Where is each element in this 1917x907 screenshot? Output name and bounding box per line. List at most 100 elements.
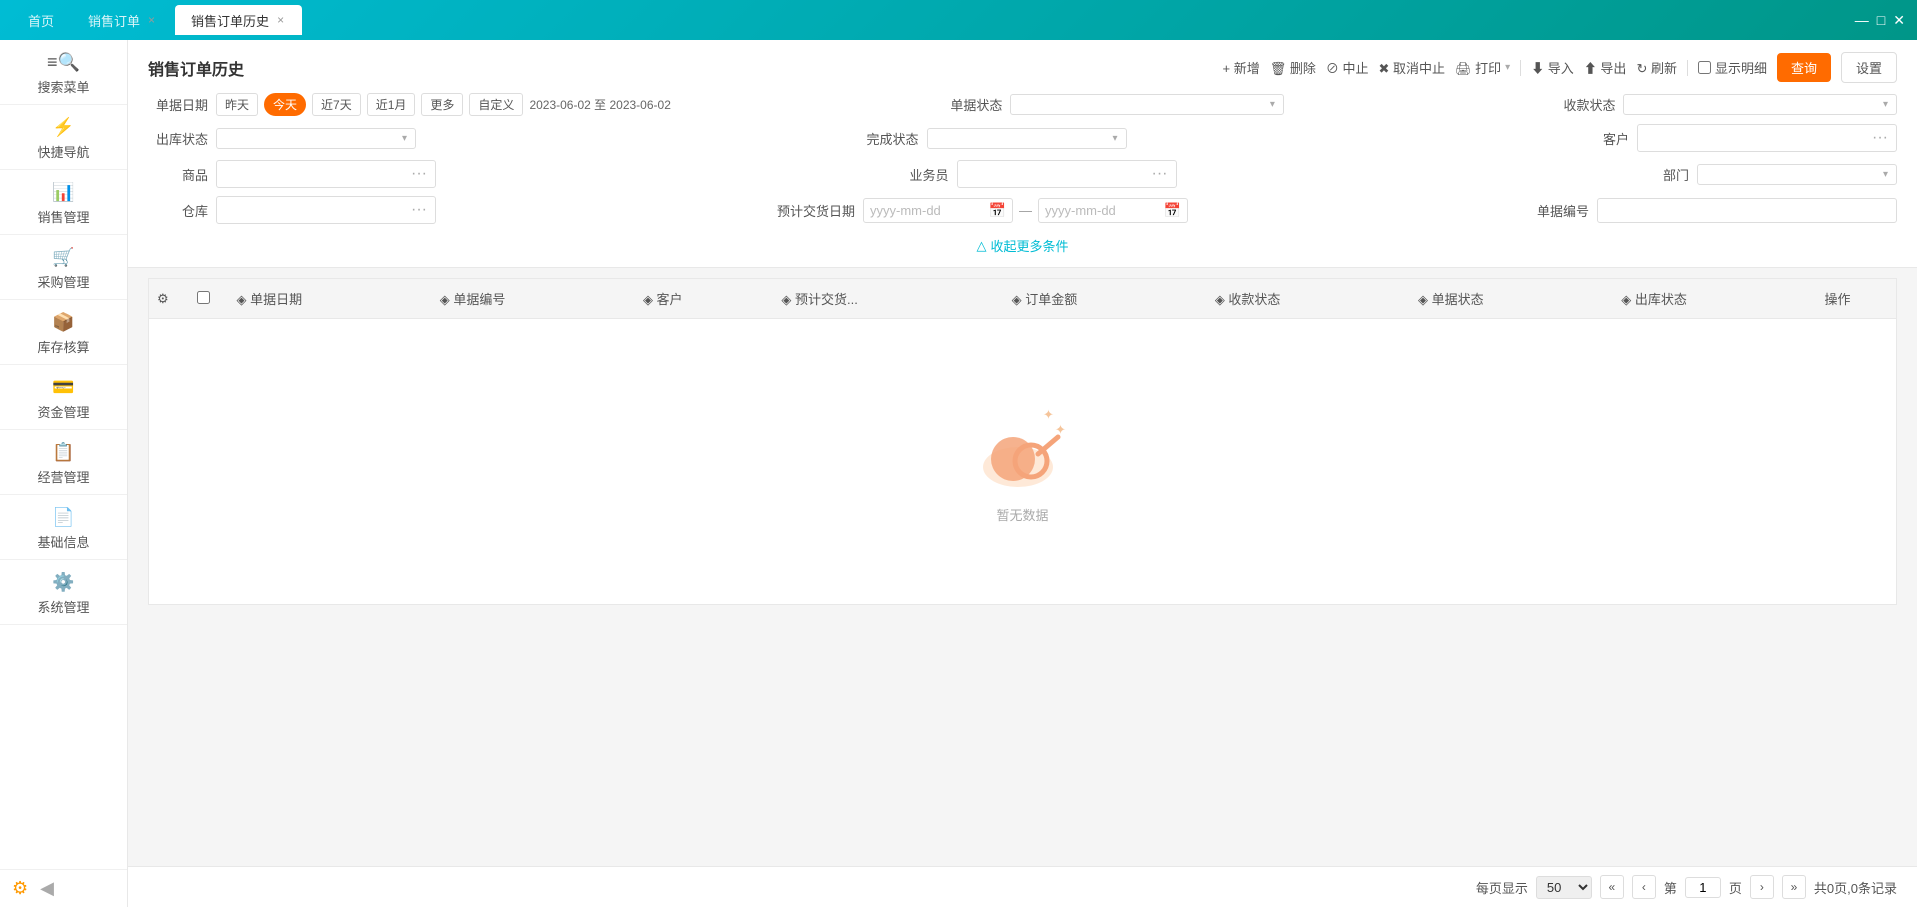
quick-nav-icon: ⚡ [52,117,74,138]
sidebar-item-operation-mgmt[interactable]: 📋 经营管理 [0,430,127,495]
date-btn-7days[interactable]: 近7天 [312,93,361,116]
page-title: 销售订单历史 [148,56,244,80]
warehouse-more-icon[interactable]: ··· [411,201,427,219]
settings-button[interactable]: 设置 [1841,52,1897,83]
delete-button[interactable]: 🗑 删除 [1270,58,1316,77]
page-number-input[interactable] [1685,877,1721,898]
toolbar: + 新增 🗑 删除 ⊘ 中止 ✖ 取消中止 🖨 打印 ▾ [1223,52,1897,83]
sidebar-item-search-menu[interactable]: ≡🔍 搜索菜单 [0,40,127,105]
tab-home-label: 首页 [28,11,54,30]
sidebar-item-purchase-mgmt[interactable]: 🛒 采购管理 [0,235,127,300]
outbound-status-label: 出库状态 [148,129,208,148]
tab-sales-order-history[interactable]: 销售订单历史 × [175,5,302,35]
salesperson-more-icon[interactable]: ··· [1152,165,1168,183]
collapse-icon: △ [976,238,986,254]
last-page-button[interactable]: » [1782,875,1806,899]
sidebar-item-fund-mgmt-label: 资金管理 [37,402,89,421]
receipt-status-select[interactable]: ▾ [1623,94,1897,115]
next-page-button[interactable]: › [1750,875,1774,899]
th-settings[interactable]: ⚙ [149,279,189,319]
voucher-no-input[interactable] [1597,198,1897,223]
th-expected-delivery-label: ◈ 预计交货... [781,292,857,307]
minimize-icon[interactable]: — [1855,12,1869,28]
date-btn-1month[interactable]: 近1月 [367,93,416,116]
collapse-button[interactable]: △ 收起更多条件 [148,232,1897,259]
th-expected-delivery[interactable]: ◈ 预计交货... [773,279,1003,319]
completion-status-select[interactable]: ▾ [927,128,1127,149]
th-voucher-no-label: ◈ 单据编号 [440,292,506,307]
th-voucher-date[interactable]: ◈ 单据日期 [229,279,432,319]
display-toggle-checkbox[interactable] [1698,61,1711,74]
page-title-row: 销售订单历史 + 新增 🗑 删除 ⊘ 中止 ✖ 取消中止 🖨 [148,52,1897,83]
query-button[interactable]: 查询 [1777,53,1831,82]
sidebar-item-system-mgmt[interactable]: ⚙️ 系统管理 [0,560,127,625]
date-dash: — [1019,203,1032,218]
salesperson-label: 业务员 [889,165,949,184]
sidebar-item-inventory-check[interactable]: 📦 库存核算 [0,300,127,365]
maximize-icon[interactable]: □ [1877,12,1885,28]
th-customer[interactable]: ◈ 客户 [635,279,773,319]
tab-list: 首页 销售订单 × 销售订单历史 × [12,5,1855,35]
tab-sales-order-history-close[interactable]: × [275,11,286,29]
th-voucher-status-label: ◈ 单据状态 [1418,292,1484,307]
import-button[interactable]: ⬇ 导入 [1531,58,1574,77]
empty-text: 暂无数据 [996,505,1048,524]
date-range-text: 2023-06-02 至 2023-06-02 [529,96,670,113]
display-toggle[interactable]: 显示明细 [1698,58,1767,77]
table-header-row: ⚙ ◈ 单据日期 ◈ 单据编号 ◈ 客户 [149,279,1897,319]
warehouse-label: 仓库 [148,201,208,220]
expected-delivery-start[interactable]: yyyy-mm-dd 📅 [863,198,1013,223]
th-outbound-status[interactable]: ◈ 出库状态 [1613,279,1816,319]
th-receipt-status[interactable]: ◈ 收款状态 [1207,279,1410,319]
page-size-select[interactable]: 50 20 100 200 [1536,876,1592,899]
select-all-checkbox[interactable] [197,291,210,304]
sidebar-settings-icon[interactable]: ⚙ [12,878,28,899]
content-area: 销售订单历史 + 新增 🗑 删除 ⊘ 中止 ✖ 取消中止 🖨 [128,40,1917,907]
date-btn-today[interactable]: 今天 [264,93,306,116]
refresh-button[interactable]: ↻ 刷新 [1636,58,1677,77]
new-button[interactable]: + 新增 [1223,58,1260,77]
stop-button[interactable]: ⊘ 中止 [1326,58,1369,77]
jump-label: 第 [1664,878,1677,897]
total-records: 共0页,0条记录 [1814,878,1897,897]
first-page-button[interactable]: « [1600,875,1624,899]
th-checkbox[interactable] [189,279,229,319]
sidebar-item-basic-info[interactable]: 📄 基础信息 [0,495,127,560]
customer-more-icon[interactable]: ··· [1872,129,1888,147]
goods-more-icon[interactable]: ··· [411,165,427,183]
outbound-status-select[interactable]: ▾ [216,128,416,149]
filter-row-1: 单据日期 昨天 今天 近7天 近1月 更多 自定义 2023-06-02 至 2… [148,93,1897,116]
print-button[interactable]: 🖨 打印 ▾ [1455,58,1510,77]
cancel-stop-button[interactable]: ✖ 取消中止 [1379,58,1446,77]
export-button[interactable]: ⬆ 导出 [1584,58,1627,77]
main-layout: ≡🔍 搜索菜单 ⚡ 快捷导航 📊 销售管理 🛒 采购管理 📦 库存核算 💳 资金… [0,40,1917,907]
expected-delivery-end[interactable]: yyyy-mm-dd 📅 [1038,198,1188,223]
tab-sales-order[interactable]: 销售订单 × [72,5,173,35]
th-voucher-no[interactable]: ◈ 单据编号 [432,279,635,319]
expected-delivery-label: 预计交货日期 [777,201,855,220]
empty-svg: ✦ ✦ [973,399,1073,489]
date-btn-yesterday[interactable]: 昨天 [216,93,258,116]
sidebar-item-fund-mgmt[interactable]: 💳 资金管理 [0,365,127,430]
date-btn-custom[interactable]: 自定义 [469,93,523,116]
th-voucher-status[interactable]: ◈ 单据状态 [1410,279,1613,319]
expected-delivery-end-placeholder: yyyy-mm-dd [1045,203,1160,218]
prev-page-button[interactable]: ‹ [1632,875,1656,899]
date-btn-more[interactable]: 更多 [421,93,463,116]
cancel-stop-label: ✖ 取消中止 [1379,58,1446,77]
voucher-status-select[interactable]: ▾ [1010,94,1284,115]
close-icon[interactable]: ✕ [1893,12,1905,29]
sidebar-item-sales-mgmt[interactable]: 📊 销售管理 [0,170,127,235]
sidebar-item-basic-info-label: 基础信息 [37,532,89,551]
th-order-amount[interactable]: ◈ 订单金额 [1004,279,1207,319]
department-chevron-icon: ▾ [1883,169,1888,180]
sidebar-collapse-icon[interactable]: ◀ [40,878,54,899]
tab-home[interactable]: 首页 [12,5,70,35]
filter-row-2: 出库状态 ▾ 完成状态 ▾ 客户 ··· [148,124,1897,152]
tab-sales-order-close[interactable]: × [146,11,157,29]
department-select[interactable]: ▾ [1697,164,1897,185]
toolbar-divider-2 [1687,60,1688,76]
search-menu-icon: ≡🔍 [47,52,80,73]
th-voucher-date-label: ◈ 单据日期 [237,292,303,307]
sidebar-item-quick-nav[interactable]: ⚡ 快捷导航 [0,105,127,170]
